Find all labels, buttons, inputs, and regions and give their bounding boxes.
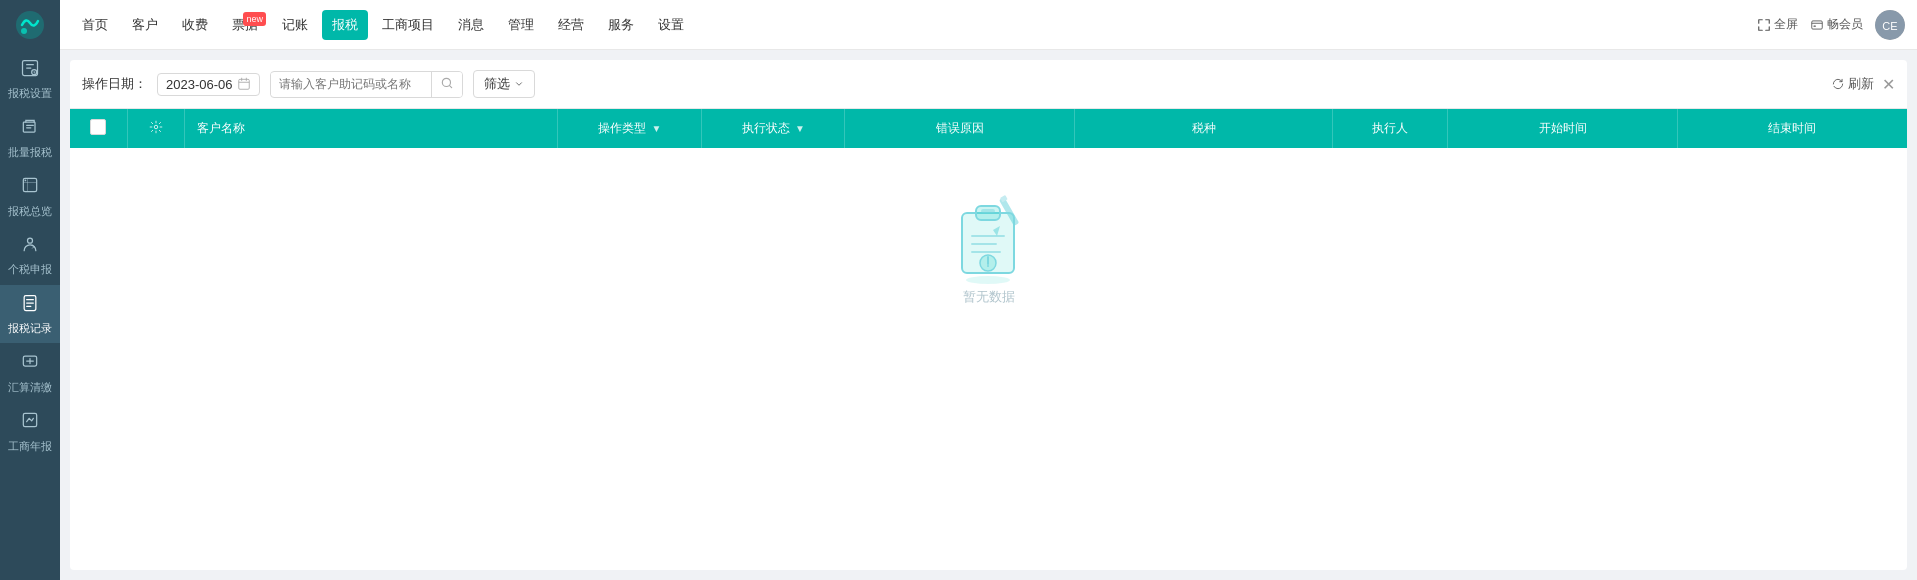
nav-message[interactable]: 消息 (448, 10, 494, 40)
sidebar: 报税设置 批量报税 报税总览 (0, 0, 60, 580)
date-label: 操作日期： (82, 75, 147, 93)
empty-illustration (944, 188, 1034, 288)
th-checkbox (70, 109, 127, 148)
nav-invoice[interactable]: 票据 new (222, 10, 268, 40)
svg-rect-15 (238, 79, 249, 89)
nav-industry[interactable]: 工商项目 (372, 10, 444, 40)
personal-tax-icon (20, 234, 40, 260)
svg-point-26 (966, 276, 1010, 284)
sidebar-item-tax-settings[interactable]: 报税设置 (0, 50, 60, 109)
filter-button[interactable]: 筛选 (473, 70, 535, 98)
nav-management[interactable]: 管理 (498, 10, 544, 40)
svg-point-7 (28, 238, 33, 243)
nav-customer[interactable]: 客户 (122, 10, 168, 40)
annual-report-icon (20, 410, 40, 436)
header-checkbox[interactable] (90, 119, 106, 135)
nav-settings[interactable]: 设置 (648, 10, 694, 40)
status-filter-icon[interactable]: ▼ (795, 123, 805, 134)
th-status: 执行状态 ▼ (701, 109, 845, 148)
date-value: 2023-06-06 (166, 77, 233, 92)
refresh-icon (1831, 77, 1845, 91)
svg-text:CE: CE (1882, 20, 1897, 32)
svg-point-17 (154, 125, 158, 129)
sidebar-item-personal-tax[interactable]: 个税申报 (0, 226, 60, 285)
search-icon (440, 76, 454, 90)
search-button[interactable] (431, 72, 462, 97)
sidebar-item-tax-records-label: 报税记录 (8, 321, 52, 335)
tax-overview-icon (20, 175, 40, 201)
svg-rect-11 (1812, 20, 1823, 28)
svg-rect-12 (1814, 25, 1816, 26)
avatar-icon: CE (1875, 10, 1905, 40)
svg-point-6 (25, 180, 27, 182)
sidebar-item-personal-tax-label: 个税申报 (8, 262, 52, 276)
empty-state: 暂无数据 (70, 148, 1907, 346)
sidebar-item-settlement-label: 汇算清缴 (8, 380, 52, 394)
sidebar-item-annual-report-label: 工商年报 (8, 439, 52, 453)
sidebar-item-batch-tax-label: 批量报税 (8, 145, 52, 159)
op-type-filter-icon[interactable]: ▼ (651, 123, 661, 134)
svg-rect-23 (981, 209, 995, 213)
fullscreen-icon (1757, 18, 1771, 32)
topnav-right: 全屏 畅会员 CE (1757, 10, 1905, 40)
empty-text: 暂无数据 (963, 288, 1015, 306)
tax-records-icon (20, 293, 40, 319)
sidebar-item-tax-overview-label: 报税总览 (8, 204, 52, 218)
sidebar-item-settlement[interactable]: 汇算清缴 (0, 343, 60, 402)
avatar[interactable]: CE (1875, 10, 1905, 40)
calendar-icon (237, 77, 251, 91)
close-button[interactable]: ✕ (1882, 75, 1895, 94)
th-executor: 执行人 (1333, 109, 1448, 148)
member-icon (1810, 18, 1824, 32)
sidebar-item-tax-overview[interactable]: 报税总览 (0, 167, 60, 226)
settlement-icon (20, 351, 40, 377)
table-container: 客户名称 操作类型 ▼ 执行状态 ▼ 错误原因 (70, 109, 1907, 570)
invoice-badge: new (243, 12, 266, 26)
empty-row: 暂无数据 (70, 148, 1907, 346)
sidebar-item-tax-records[interactable]: 报税记录 (0, 285, 60, 344)
svg-point-25 (987, 265, 989, 267)
nav-home[interactable]: 首页 (72, 10, 118, 40)
search-input[interactable] (271, 73, 431, 95)
date-picker[interactable]: 2023-06-06 (157, 73, 260, 96)
nav-bookkeeping[interactable]: 记账 (272, 10, 318, 40)
fullscreen-button[interactable]: 全屏 (1757, 16, 1798, 33)
nav-service[interactable]: 服务 (598, 10, 644, 40)
records-table: 客户名称 操作类型 ▼ 执行状态 ▼ 错误原因 (70, 109, 1907, 346)
th-error: 错误原因 (845, 109, 1075, 148)
th-op-type: 操作类型 ▼ (558, 109, 702, 148)
batch-tax-icon (20, 117, 40, 143)
sidebar-item-annual-report[interactable]: 工商年报 (0, 402, 60, 461)
nav-finance[interactable]: 经营 (548, 10, 594, 40)
svg-point-1 (21, 28, 27, 34)
sidebar-logo (0, 0, 60, 50)
table-header-row: 客户名称 操作类型 ▼ 执行状态 ▼ 错误原因 (70, 109, 1907, 148)
nav-collection[interactable]: 收费 (172, 10, 218, 40)
tax-settings-icon (20, 58, 40, 84)
toolbar: 操作日期： 2023-06-06 筛选 (70, 60, 1907, 109)
toolbar-right: 刷新 ✕ (1831, 75, 1895, 94)
th-customer: 客户名称 (185, 109, 558, 148)
sidebar-item-tax-settings-label: 报税设置 (8, 86, 52, 100)
top-nav: 首页 客户 收费 票据 new 记账 报税 工商项目 消息 (60, 0, 1917, 50)
th-settings (127, 109, 184, 148)
nav-items: 首页 客户 收费 票据 new 记账 报税 工商项目 消息 (72, 10, 1757, 40)
th-start-time: 开始时间 (1448, 109, 1678, 148)
search-box (270, 71, 463, 98)
svg-rect-4 (23, 122, 35, 132)
th-tax-type: 税种 (1075, 109, 1333, 148)
th-end-time: 结束时间 (1677, 109, 1907, 148)
sidebar-item-batch-tax[interactable]: 批量报税 (0, 109, 60, 168)
refresh-button[interactable]: 刷新 (1831, 75, 1874, 93)
settings-icon[interactable] (149, 120, 163, 134)
nav-tax[interactable]: 报税 (322, 10, 368, 40)
member-button[interactable]: 畅会员 (1810, 16, 1863, 33)
main-area: 首页 客户 收费 票据 new 记账 报税 工商项目 消息 (60, 0, 1917, 580)
chevron-down-icon (514, 79, 524, 89)
content-area: 操作日期： 2023-06-06 筛选 (60, 50, 1917, 580)
